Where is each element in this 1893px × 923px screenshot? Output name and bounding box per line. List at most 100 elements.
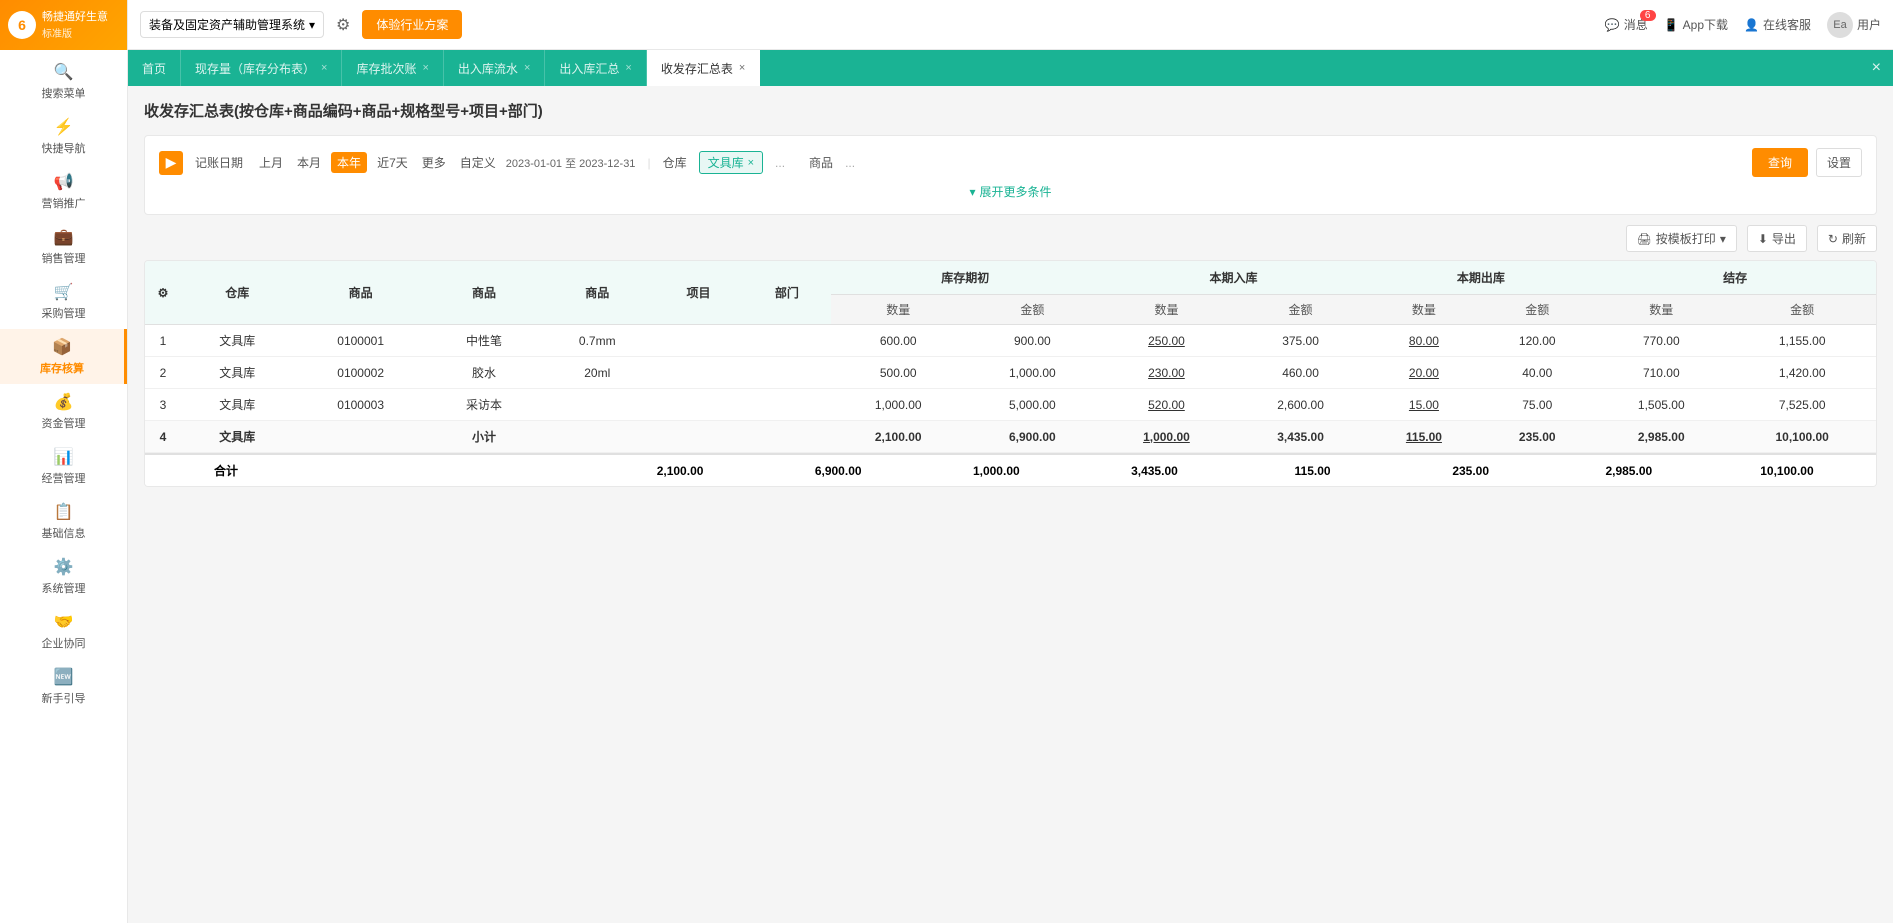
sidebar-icon: ⚡ <box>54 117 74 137</box>
app-name: 畅捷通好生意 <box>42 10 108 24</box>
sidebar-item-采购管理[interactable]: 🛒 采购管理 <box>0 274 127 329</box>
tab-出入库流水[interactable]: 出入库流水× <box>444 50 545 86</box>
cell-4 <box>654 325 742 357</box>
sidebar-item-资金管理[interactable]: 💰 资金管理 <box>0 384 127 439</box>
expand-conditions[interactable]: ▾ 展开更多条件 <box>159 177 1862 202</box>
app-edition: 标准版 <box>42 25 108 40</box>
sidebar-item-系统管理[interactable]: ⚙️ 系统管理 <box>0 549 127 604</box>
topbar-right: 💬 消息 6 📱 App下载 👤 在线客服 Ea 用户 <box>1605 12 1881 38</box>
trial-button[interactable]: 体验行业方案 <box>362 10 462 39</box>
query-button[interactable]: 查询 <box>1752 148 1808 177</box>
sidebar-item-搜索菜单[interactable]: 🔍 搜索菜单 <box>0 54 127 109</box>
date-shortcut-更多[interactable]: 更多 <box>418 152 450 173</box>
sidebar-item-经营管理[interactable]: 📊 经营管理 <box>0 439 127 494</box>
tab-close-icon[interactable]: × <box>422 62 428 74</box>
online-service-button[interactable]: 👤 在线客服 <box>1744 16 1811 33</box>
service-icon: 👤 <box>1744 18 1759 32</box>
filter-settings-button[interactable]: 设置 <box>1816 148 1862 177</box>
settings-icon[interactable]: ⚙ <box>336 15 350 35</box>
subheader-close-qty: 数量 <box>1594 295 1728 325</box>
cell-10[interactable]: 115.00 <box>1368 421 1481 453</box>
warehouse-tag-close[interactable]: × <box>748 157 754 169</box>
cell-13: 1,420.00 <box>1728 357 1876 389</box>
date-shortcut-上月[interactable]: 上月 <box>255 152 287 173</box>
table-footer: 合计 2,100.00 6,900.00 1,000.00 3,435.00 1… <box>145 453 1876 486</box>
refresh-button[interactable]: ↻ 刷新 <box>1817 225 1877 252</box>
sidebar-item-库存核算[interactable]: 📦 库存核算 <box>0 329 127 384</box>
cell-8[interactable]: 1,000.00 <box>1099 421 1233 453</box>
row-no: 3 <box>145 389 181 421</box>
filter-dots-1[interactable]: ... <box>775 156 785 170</box>
col-settings-header[interactable]: ⚙ <box>145 261 181 325</box>
cell-10[interactable]: 15.00 <box>1368 389 1481 421</box>
cell-12: 1,505.00 <box>1594 389 1728 421</box>
footer-amt-open: 6,900.00 <box>759 464 917 478</box>
tab-label: 首页 <box>142 60 166 77</box>
sidebar-item-企业协同[interactable]: 🤝 企业协同 <box>0 604 127 659</box>
date-shortcut-本年[interactable]: 本年 <box>331 152 367 173</box>
tab-出入库汇总[interactable]: 出入库汇总× <box>545 50 646 86</box>
col-code-header: 商品 <box>294 261 428 325</box>
sidebar-item-新手引导[interactable]: 🆕 新手引导 <box>0 659 127 714</box>
tab-首页[interactable]: 首页 <box>128 50 181 86</box>
table-row: 3文具库0100003采访本1,000.005,000.00520.002,60… <box>145 389 1876 421</box>
footer-label: 合计 <box>191 462 261 479</box>
app-download-button[interactable]: 📱 App下载 <box>1664 16 1728 33</box>
messages-button[interactable]: 💬 消息 6 <box>1605 16 1648 33</box>
cell-6: 1,000.00 <box>831 389 965 421</box>
user-menu[interactable]: Ea 用户 <box>1827 12 1881 38</box>
system-selector[interactable]: 装备及固定资产辅助管理系统 ▾ <box>140 11 324 38</box>
refresh-icon: ↻ <box>1828 232 1838 246</box>
cell-13: 1,155.00 <box>1728 325 1876 357</box>
sidebar-item-营销推广[interactable]: 📢 营销推广 <box>0 164 127 219</box>
date-shortcut-本月[interactable]: 本月 <box>293 152 325 173</box>
filter-dots-2[interactable]: ... <box>845 156 855 170</box>
table-row: 1文具库0100001中性笔0.7mm600.00900.00250.00375… <box>145 325 1876 357</box>
date-shortcut-自定义[interactable]: 自定义 <box>456 152 500 173</box>
cell-0: 文具库 <box>181 389 294 421</box>
cell-3: 0.7mm <box>540 325 654 357</box>
col-close-header: 结存 <box>1594 261 1876 295</box>
tab-现存量（库存分布表）[interactable]: 现存量（库存分布表）× <box>181 50 342 86</box>
sidebar-item-label: 系统管理 <box>42 580 86 596</box>
tab-label: 收发存汇总表 <box>661 60 733 77</box>
print-icon: 🖨 <box>1637 232 1652 246</box>
col-project-header: 项目 <box>654 261 742 325</box>
print-button[interactable]: 🖨 按模板打印 ▾ <box>1626 225 1737 252</box>
sidebar: 6 畅捷通好生意 标准版 🔍 搜索菜单⚡ 快捷导航📢 营销推广💼 销售管理🛒 采… <box>0 0 128 923</box>
sidebar-item-label: 营销推广 <box>42 195 86 211</box>
sidebar-nav: 🔍 搜索菜单⚡ 快捷导航📢 营销推广💼 销售管理🛒 采购管理📦 库存核算💰 资金… <box>0 50 127 923</box>
cell-8[interactable]: 230.00 <box>1099 357 1233 389</box>
row-no: 1 <box>145 325 181 357</box>
cell-5 <box>743 421 831 453</box>
cell-8[interactable]: 250.00 <box>1099 325 1233 357</box>
subheader-open-amt: 金额 <box>965 295 1099 325</box>
cell-10[interactable]: 20.00 <box>1368 357 1481 389</box>
sidebar-item-label: 基础信息 <box>42 525 86 541</box>
filter-toggle-button[interactable]: ▶ <box>159 151 183 175</box>
sidebar-item-销售管理[interactable]: 💼 销售管理 <box>0 219 127 274</box>
sidebar-item-快捷导航[interactable]: ⚡ 快捷导航 <box>0 109 127 164</box>
footer-qty-open: 2,100.00 <box>601 464 759 478</box>
cell-10[interactable]: 80.00 <box>1368 325 1481 357</box>
tab-close-icon[interactable]: × <box>321 62 327 74</box>
cell-11: 120.00 <box>1480 325 1594 357</box>
tab-收发存汇总表[interactable]: 收发存汇总表 × <box>647 50 760 86</box>
cell-1: 0100002 <box>294 357 428 389</box>
tab-close-icon[interactable]: × <box>524 62 530 74</box>
cell-2: 采访本 <box>428 389 541 421</box>
sidebar-item-label: 企业协同 <box>42 635 86 651</box>
row-no: 2 <box>145 357 181 389</box>
cell-8[interactable]: 520.00 <box>1099 389 1233 421</box>
export-button[interactable]: ⬇ 导出 <box>1747 225 1807 252</box>
tab-close-icon[interactable]: × <box>739 62 745 74</box>
warehouse-tag[interactable]: 文具库 × <box>699 151 763 174</box>
tab-库存批次账[interactable]: 库存批次账× <box>342 50 443 86</box>
date-shortcut-近7天[interactable]: 近7天 <box>373 152 412 173</box>
close-all-tabs-button[interactable]: × <box>1860 50 1893 86</box>
cell-9: 3,435.00 <box>1234 421 1368 453</box>
tab-close-icon[interactable]: × <box>625 62 631 74</box>
export-icon: ⬇ <box>1758 232 1768 246</box>
sidebar-item-基础信息[interactable]: 📋 基础信息 <box>0 494 127 549</box>
sidebar-icon: 📊 <box>54 447 74 467</box>
